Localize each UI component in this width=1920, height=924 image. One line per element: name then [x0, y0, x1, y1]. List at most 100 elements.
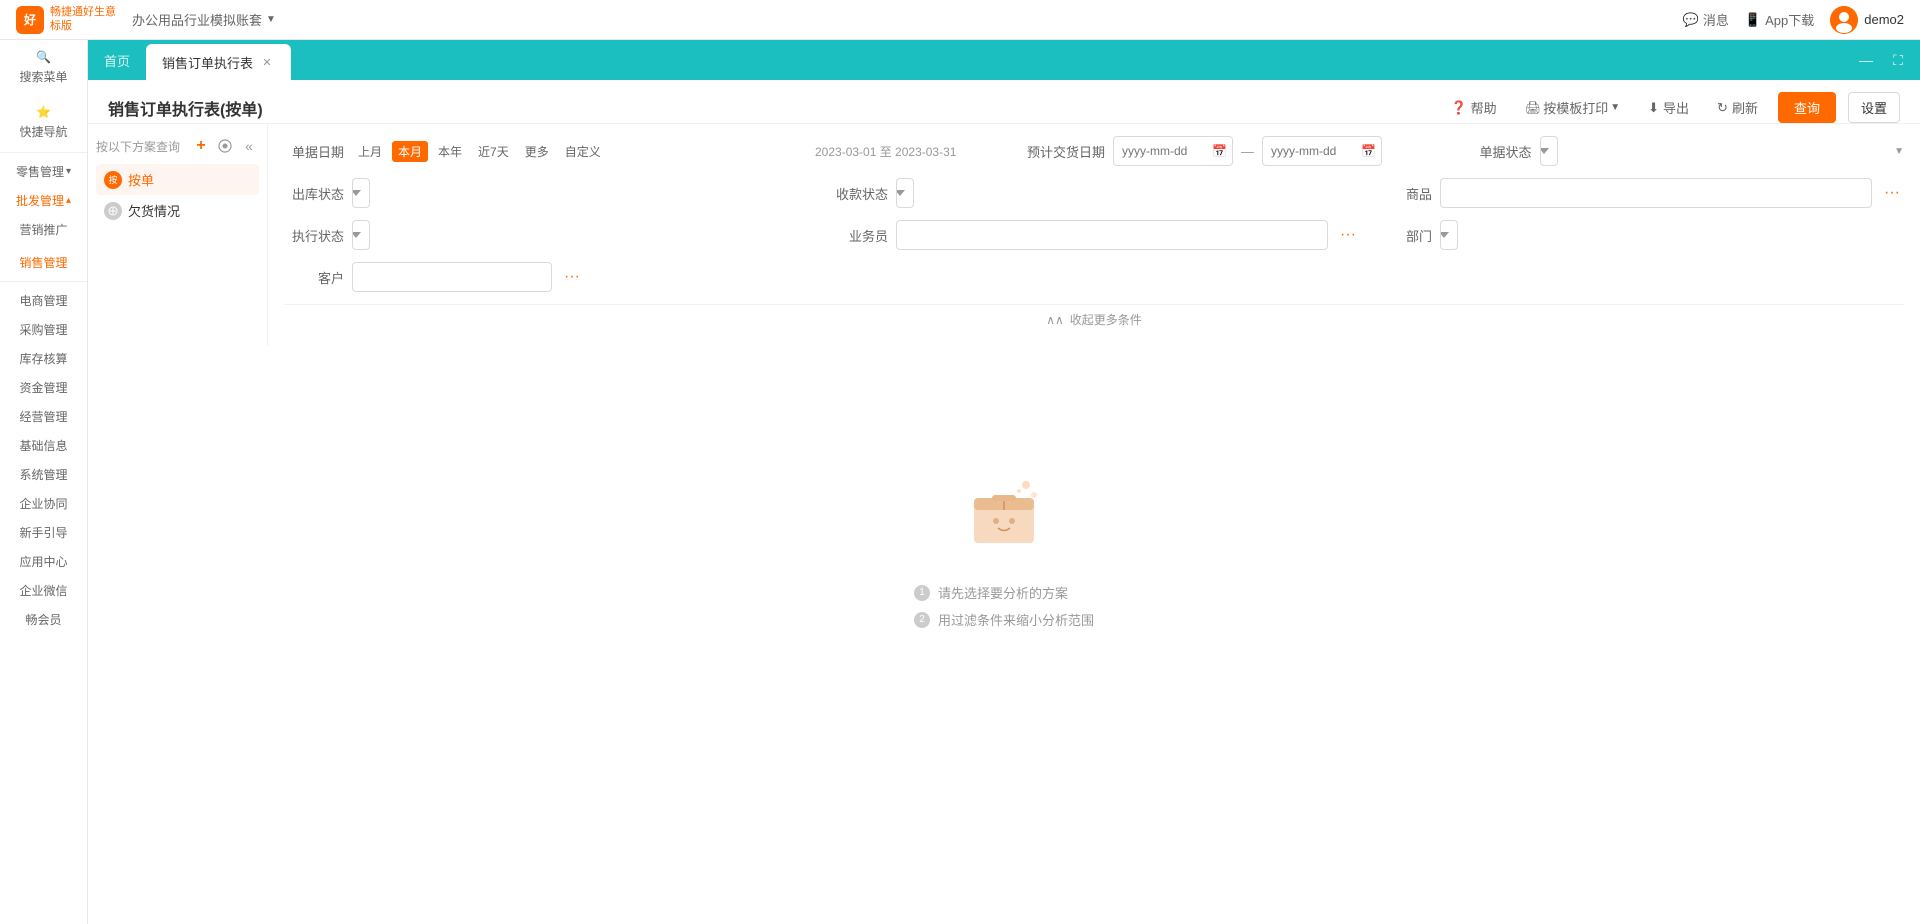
sidebar-item-wholesale[interactable]: 批发管理 ▴ — [0, 184, 87, 213]
user-name[interactable]: demo2 — [1864, 12, 1904, 27]
app-icon: 📱 — [1745, 12, 1761, 28]
sidebar-item-purchase[interactable]: 采购管理 — [0, 313, 87, 342]
page-header-actions: ❓ 帮助 🖨 按模板打印 ▼ ⬇ 导出 ↻ — [1442, 92, 1900, 123]
nav-selector[interactable]: 办公用品行业模拟账套 ▼ — [124, 10, 284, 29]
scheme-item-欠货情况[interactable]: 欠货情况 — [96, 195, 259, 226]
customer-dots-button[interactable]: ··· — [560, 268, 584, 286]
exec-status-select[interactable] — [352, 220, 370, 250]
filter-row-3: 执行状态 业务员 ··· — [284, 220, 1904, 250]
sidebar-item-sales[interactable]: 销售管理 — [0, 246, 87, 279]
shortcut-7days[interactable]: 近7天 — [472, 141, 515, 162]
outstock-group: 出库状态 — [284, 178, 816, 208]
date-label: 单据日期 — [284, 142, 344, 161]
sidebar-item-enterprise[interactable]: 企业协同 — [0, 487, 87, 516]
scheme-icon-active: 按 — [104, 171, 122, 189]
sidebar-item-basic[interactable]: 基础信息 — [0, 429, 87, 458]
exec-status-select-wrap — [352, 220, 816, 250]
exec-status-group: 执行状态 — [284, 220, 816, 250]
salesperson-label: 业务员 — [828, 226, 888, 245]
shortcut-more[interactable]: 更多 — [519, 141, 555, 162]
sidebar-item-finance[interactable]: 资金管理 — [0, 371, 87, 400]
empty-state: 1 请先选择要分析的方案 2 用过滤条件来缩小分析范围 — [88, 346, 1920, 746]
sidebar-item-newbie[interactable]: 新手引导 — [0, 516, 87, 545]
sidebar-item-operations[interactable]: 经营管理 — [0, 400, 87, 429]
exec-status-label: 执行状态 — [284, 226, 344, 245]
receipt-label: 收款状态 — [828, 184, 888, 203]
tab-close-button[interactable]: ✕ — [259, 54, 275, 70]
shortcut-this-month[interactable]: 本月 — [392, 141, 428, 162]
salesperson-input[interactable] — [896, 220, 1328, 250]
avatar — [1830, 6, 1858, 34]
sidebar-item-search[interactable]: 🔍 搜索菜单 — [0, 40, 87, 95]
export-icon: ⬇ — [1648, 100, 1659, 116]
empty-icon — [954, 463, 1054, 563]
scheme-edit-button[interactable] — [215, 136, 235, 156]
outstock-select-wrap — [352, 178, 816, 208]
search-icon: 🔍 — [36, 50, 51, 64]
outstock-select[interactable] — [352, 178, 370, 208]
sidebar-item-member[interactable]: 畅会员 — [0, 603, 87, 632]
sidebar-item-ecommerce[interactable]: 电商管理 — [0, 284, 87, 313]
refresh-button[interactable]: ↻ 刷新 — [1709, 94, 1766, 121]
scheme-collapse-button[interactable]: « — [239, 136, 259, 156]
status-select[interactable] — [1540, 136, 1558, 166]
content-area: 首页 销售订单执行表 ✕ — ⛶ 销售订单执行表(按单) ❓ — [88, 40, 1920, 924]
refresh-icon: ↻ — [1717, 100, 1728, 116]
help-button[interactable]: ❓ 帮助 — [1442, 94, 1504, 121]
expected-date-group: 预计交货日期 📅 — 📅 — [1027, 136, 1460, 166]
search-section: 按以下方案查询 + « 按 按单 — [88, 124, 1920, 346]
page-header: 销售订单执行表(按单) ❓ 帮助 🖨 按模板打印 ▼ ⬇ — [88, 80, 1920, 124]
scheme-item-按单[interactable]: 按 按单 — [96, 164, 259, 195]
dept-group: 部门 — [1372, 220, 1904, 250]
settings-button[interactable]: 设置 — [1848, 92, 1900, 123]
shortcut-this-year[interactable]: 本年 — [432, 141, 468, 162]
receipt-select[interactable] — [896, 178, 914, 208]
tab-maximize-button[interactable]: ⛶ — [1884, 46, 1912, 74]
top-bar-right: 💬 消息 📱 App下载 demo2 — [1683, 6, 1904, 34]
logo-icon: 好 — [16, 6, 44, 34]
sidebar-item-inventory[interactable]: 库存核算 — [0, 342, 87, 371]
scheme-icon-gray — [104, 202, 122, 220]
customer-input[interactable] — [352, 262, 552, 292]
sidebar-item-quicknav[interactable]: ⭐ 快捷导航 — [0, 95, 87, 150]
outstock-label: 出库状态 — [284, 184, 344, 203]
star-icon: ⭐ — [36, 105, 51, 119]
shortcut-custom[interactable]: 自定义 — [559, 141, 607, 162]
shortcut-last-month[interactable]: 上月 — [352, 141, 388, 162]
page-title: 销售订单执行表(按单) — [108, 96, 263, 120]
expected-date-start-input[interactable] — [1113, 136, 1233, 166]
search-button[interactable]: 查询 — [1778, 92, 1836, 123]
sidebar-item-marketing[interactable]: 营销推广 — [0, 213, 87, 246]
dept-select[interactable] — [1440, 220, 1458, 250]
scheme-add-button[interactable]: + — [191, 136, 211, 156]
chevron-down-icon: ▼ — [266, 14, 276, 25]
export-button[interactable]: ⬇ 导出 — [1640, 94, 1697, 121]
chevron-down-icon: ▾ — [66, 166, 71, 177]
sidebar-item-retail[interactable]: 零售管理 ▾ — [0, 155, 87, 184]
app-download-action[interactable]: 📱 App下载 — [1745, 10, 1814, 29]
hint-num-1: 1 — [914, 585, 930, 601]
expected-date-end-input[interactable] — [1262, 136, 1382, 166]
goods-dots-button[interactable]: ··· — [1880, 184, 1904, 202]
user-area[interactable]: demo2 — [1830, 6, 1904, 34]
filter-panel: 单据日期 上月 本月 本年 近7天 更多 自定义 — [268, 124, 1920, 346]
sidebar-item-appcenter[interactable]: 应用中心 — [0, 545, 87, 574]
goods-label: 商品 — [1372, 184, 1432, 203]
collapse-bar[interactable]: ∧∧ 收起更多条件 — [284, 304, 1904, 334]
sidebar-item-system[interactable]: 系统管理 — [0, 458, 87, 487]
status-select-wrap — [1540, 136, 1907, 166]
tab-home[interactable]: 首页 — [88, 40, 146, 80]
expected-date-start: 📅 — [1113, 136, 1233, 166]
tab-sales-exec[interactable]: 销售订单执行表 ✕ — [146, 44, 291, 80]
top-bar-left: 好 畅捷通好生意 标版 办公用品行业模拟账套 ▼ — [16, 6, 284, 34]
goods-input[interactable] — [1440, 178, 1872, 208]
message-action[interactable]: 💬 消息 — [1683, 10, 1729, 29]
print-button[interactable]: 🖨 按模板打印 ▼ — [1517, 94, 1628, 121]
help-icon: ❓ — [1450, 100, 1466, 116]
expected-date-label: 预计交货日期 — [1027, 142, 1105, 161]
sidebar-item-corpwechat[interactable]: 企业微信 — [0, 574, 87, 603]
main-layout: 🔍 搜索菜单 ⭐ 快捷导航 零售管理 ▾ 批发管理 ▴ 营销推广 销售管理 电商… — [0, 40, 1920, 924]
print-dropdown-icon: ▼ — [1610, 102, 1620, 113]
salesperson-dots-button[interactable]: ··· — [1336, 226, 1360, 244]
tab-minimize-button[interactable]: — — [1852, 46, 1880, 74]
